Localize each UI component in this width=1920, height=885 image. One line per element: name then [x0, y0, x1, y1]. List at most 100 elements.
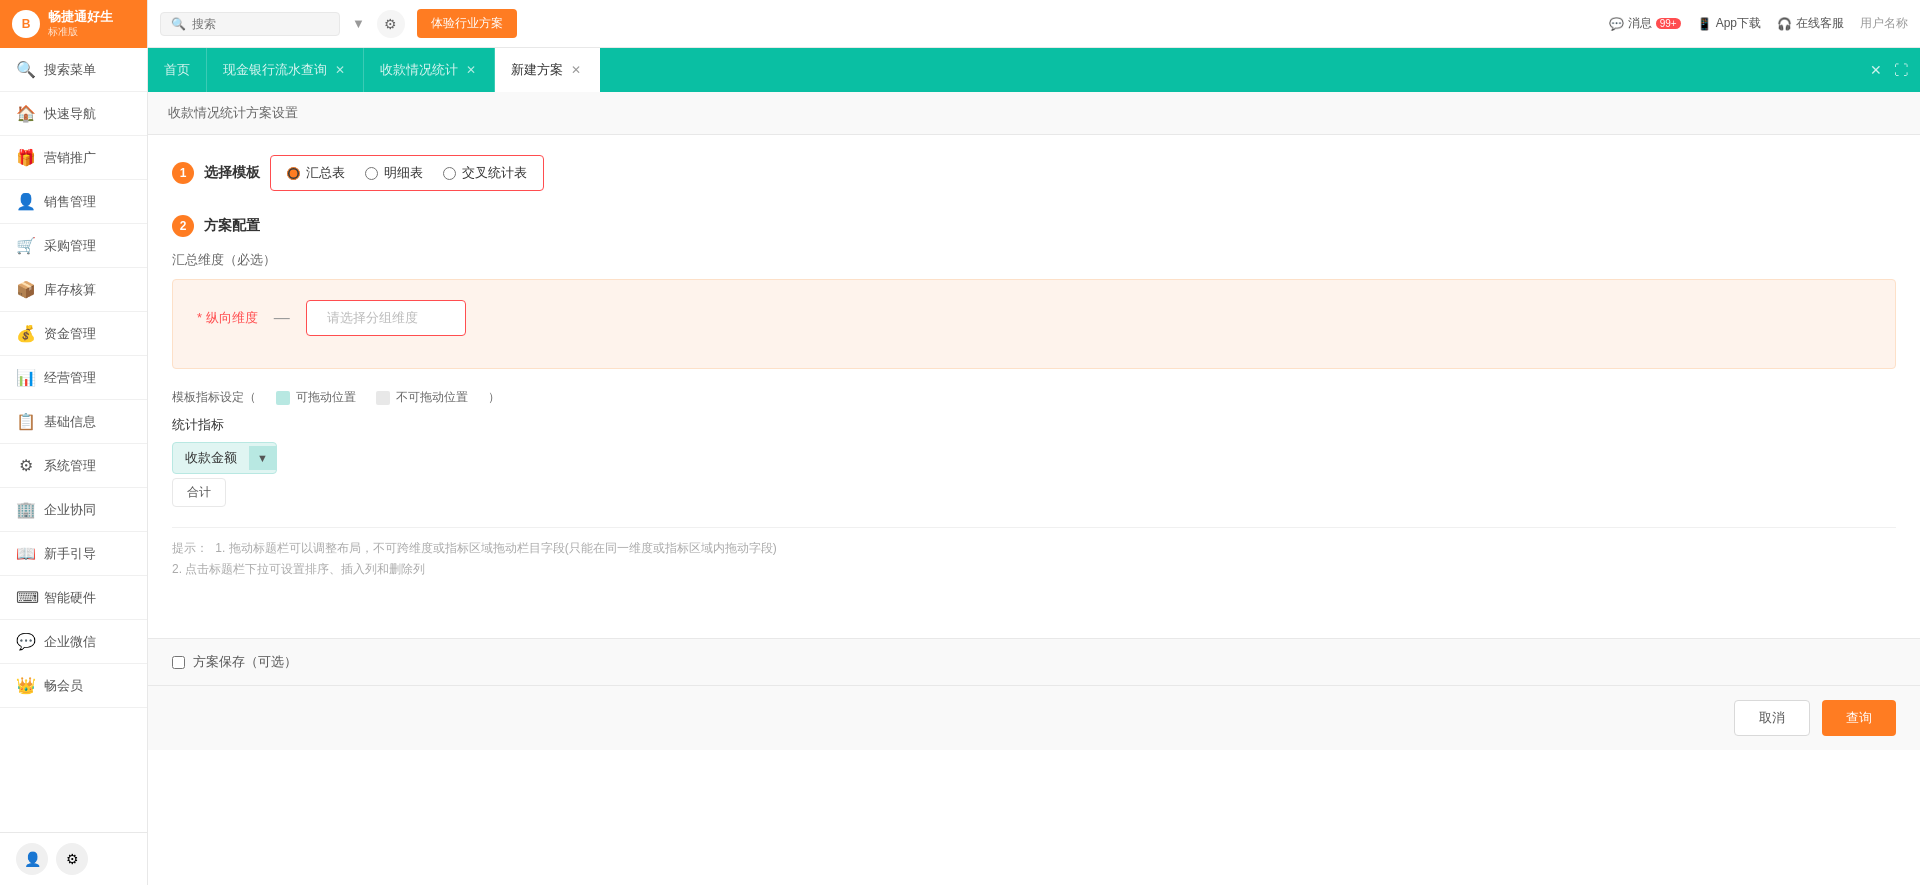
new-guide-icon: 📖	[16, 544, 36, 563]
sidebar-bottom-btn-1[interactable]: 👤	[16, 843, 48, 875]
metric-tag-amount-dropdown[interactable]: ▼	[249, 446, 276, 470]
sidebar-item-marketing[interactable]: 🎁 营销推广	[0, 136, 147, 180]
corp-wechat-icon: 💬	[16, 632, 36, 651]
sales-icon: 👤	[16, 192, 36, 211]
metrics-config: 模板指标设定（ 可拖动位置 不可拖动位置 ） 统计指标	[172, 389, 1896, 507]
tab-bank-flow-close[interactable]: ✕	[333, 61, 347, 79]
sidebar-item-corp-collab[interactable]: 🏢 企业协同	[0, 488, 147, 532]
header-settings-btn[interactable]: ⚙	[377, 10, 405, 38]
tab-new-plan-label: 新建方案	[511, 61, 563, 79]
legend-draggable-color	[276, 391, 290, 405]
radio-cross[interactable]: 交叉统计表	[443, 164, 527, 182]
legend-fixed: 不可拖动位置	[376, 389, 468, 406]
system-label: 系统管理	[44, 457, 96, 475]
notification-btn[interactable]: 💬 消息 99+	[1609, 15, 1681, 32]
support-icon: 🎧	[1777, 17, 1792, 31]
sidebar-item-smart-hw[interactable]: ⌨ 智能硬件	[0, 576, 147, 620]
radio-summary-input[interactable]	[287, 167, 300, 180]
trial-industry-button[interactable]: 体验行业方案	[417, 9, 517, 38]
step2-section: 2 方案配置 汇总维度（必选） * 纵向维度 — 请选择分组维度 模板指标设定（	[172, 215, 1896, 594]
logo-text: 畅捷通好生	[48, 9, 113, 25]
tab-receipt-stats[interactable]: 收款情况统计 ✕	[364, 48, 495, 92]
dimension-area: * 纵向维度 — 请选择分组维度	[172, 279, 1896, 369]
legend-fixed-color	[376, 391, 390, 405]
step1-header: 1 选择模板 汇总表 明细表 交叉统计表	[172, 155, 1896, 191]
tab-minimize-btn[interactable]: ✕	[1866, 58, 1886, 82]
tab-new-plan-close[interactable]: ✕	[569, 61, 583, 79]
metrics-header: 模板指标设定（ 可拖动位置 不可拖动位置 ）	[172, 389, 1896, 406]
sidebar-item-corp-wechat[interactable]: 💬 企业微信	[0, 620, 147, 664]
sidebar-item-vip[interactable]: 👑 畅会员	[0, 664, 147, 708]
sidebar-item-sales[interactable]: 👤 销售管理	[0, 180, 147, 224]
online-support-btn[interactable]: 🎧 在线客服	[1777, 15, 1844, 32]
logo-icon: B	[12, 10, 40, 38]
vip-label: 畅会员	[44, 677, 83, 695]
metrics-config-label: 模板指标设定（	[172, 389, 256, 406]
header: 🔍 ▼ ⚙ 体验行业方案 💬 消息 99+ 📱 App下载 🎧 在线客服 用户名…	[148, 0, 1920, 48]
system-icon: ⚙	[16, 456, 36, 475]
sidebar-item-finance[interactable]: 💰 资金管理	[0, 312, 147, 356]
tab-home-label: 首页	[164, 61, 190, 79]
main-area: 🔍 ▼ ⚙ 体验行业方案 💬 消息 99+ 📱 App下载 🎧 在线客服 用户名…	[148, 0, 1920, 885]
sidebar-item-system[interactable]: ⚙ 系统管理	[0, 444, 147, 488]
legend-draggable-label: 可拖动位置	[296, 389, 356, 406]
header-dropdown-arrow[interactable]: ▼	[352, 16, 365, 31]
content-area: 收款情况统计方案设置 1 选择模板 汇总表 明细表	[148, 92, 1920, 885]
sidebar-item-new-guide[interactable]: 📖 新手引导	[0, 532, 147, 576]
logo-text-block: 畅捷通好生 标准版	[48, 9, 113, 39]
tab-home[interactable]: 首页	[148, 48, 207, 92]
corp-collab-label: 企业协同	[44, 501, 96, 519]
tab-receipt-stats-close[interactable]: ✕	[464, 61, 478, 79]
purchase-label: 采购管理	[44, 237, 96, 255]
quick-nav-icon: 🏠	[16, 104, 36, 123]
tab-bank-flow-label: 现金银行流水查询	[223, 61, 327, 79]
quick-nav-label: 快速导航	[44, 105, 96, 123]
tip-line-1: 提示： 1. 拖动标题栏可以调整布局，不可跨维度或指标区域拖动栏目字段(只能在同…	[172, 540, 1896, 557]
radio-cross-input[interactable]	[443, 167, 456, 180]
corp-wechat-label: 企业微信	[44, 633, 96, 651]
finance-label: 资金管理	[44, 325, 96, 343]
tab-new-plan[interactable]: 新建方案 ✕	[495, 48, 600, 92]
vertical-dimension-label: * 纵向维度	[197, 309, 258, 327]
header-search-box[interactable]: 🔍	[160, 12, 340, 36]
tip-line-2: 2. 点击标题栏下拉可设置排序、插入列和删除列	[172, 561, 1896, 578]
new-guide-label: 新手引导	[44, 545, 96, 563]
tab-bank-flow[interactable]: 现金银行流水查询 ✕	[207, 48, 364, 92]
metrics-config-paren-close: ）	[488, 389, 500, 406]
sidebar-item-search-menu[interactable]: 🔍 搜索菜单	[0, 48, 147, 92]
dimension-input-box[interactable]: 请选择分组维度	[306, 300, 466, 336]
notification-badge: 99+	[1656, 18, 1681, 29]
radio-summary[interactable]: 汇总表	[287, 164, 345, 182]
sidebar-item-base-info[interactable]: 📋 基础信息	[0, 400, 147, 444]
marketing-icon: 🎁	[16, 148, 36, 167]
search-input[interactable]	[192, 17, 332, 31]
radio-detail-input[interactable]	[365, 167, 378, 180]
sidebar-item-quick-nav[interactable]: 🏠 快速导航	[0, 92, 147, 136]
tip-prefix: 提示：	[172, 541, 208, 555]
sidebar-bottom-btn-2[interactable]: ⚙	[56, 843, 88, 875]
radio-detail-label: 明细表	[384, 164, 423, 182]
logo-badge: 标准版	[48, 25, 113, 39]
metric-sub-row: 合计	[172, 478, 1896, 507]
sidebar-item-operations[interactable]: 📊 经营管理	[0, 356, 147, 400]
step1-section: 1 选择模板 汇总表 明细表 交叉统计表	[172, 155, 1896, 191]
metrics-tag-row: 收款金额 ▼	[172, 442, 1896, 474]
sidebar-item-purchase[interactable]: 🛒 采购管理	[0, 224, 147, 268]
user-name[interactable]: 用户名称	[1860, 15, 1908, 32]
tab-maximize-btn[interactable]: ⛶	[1890, 58, 1912, 82]
query-button[interactable]: 查询	[1822, 700, 1896, 736]
base-info-label: 基础信息	[44, 413, 96, 431]
radio-detail[interactable]: 明细表	[365, 164, 423, 182]
save-checkbox[interactable]	[172, 656, 185, 669]
sidebar-logo: B 畅捷通好生 标准版	[0, 0, 147, 48]
sidebar-item-inventory[interactable]: 📦 库存核算	[0, 268, 147, 312]
search-menu-icon: 🔍	[16, 60, 36, 79]
sidebar-bottom: 👤 ⚙	[0, 832, 147, 885]
dimension-section-label: 汇总维度（必选）	[172, 251, 1896, 269]
cancel-button[interactable]: 取消	[1734, 700, 1810, 736]
save-option-row: 方案保存（可选）	[148, 638, 1920, 685]
app-download-btn[interactable]: 📱 App下载	[1697, 15, 1761, 32]
smart-hw-label: 智能硬件	[44, 589, 96, 607]
tips-section: 提示： 1. 拖动标题栏可以调整布局，不可跨维度或指标区域拖动栏目字段(只能在同…	[172, 527, 1896, 594]
page-footer: 取消 查询	[148, 685, 1920, 750]
